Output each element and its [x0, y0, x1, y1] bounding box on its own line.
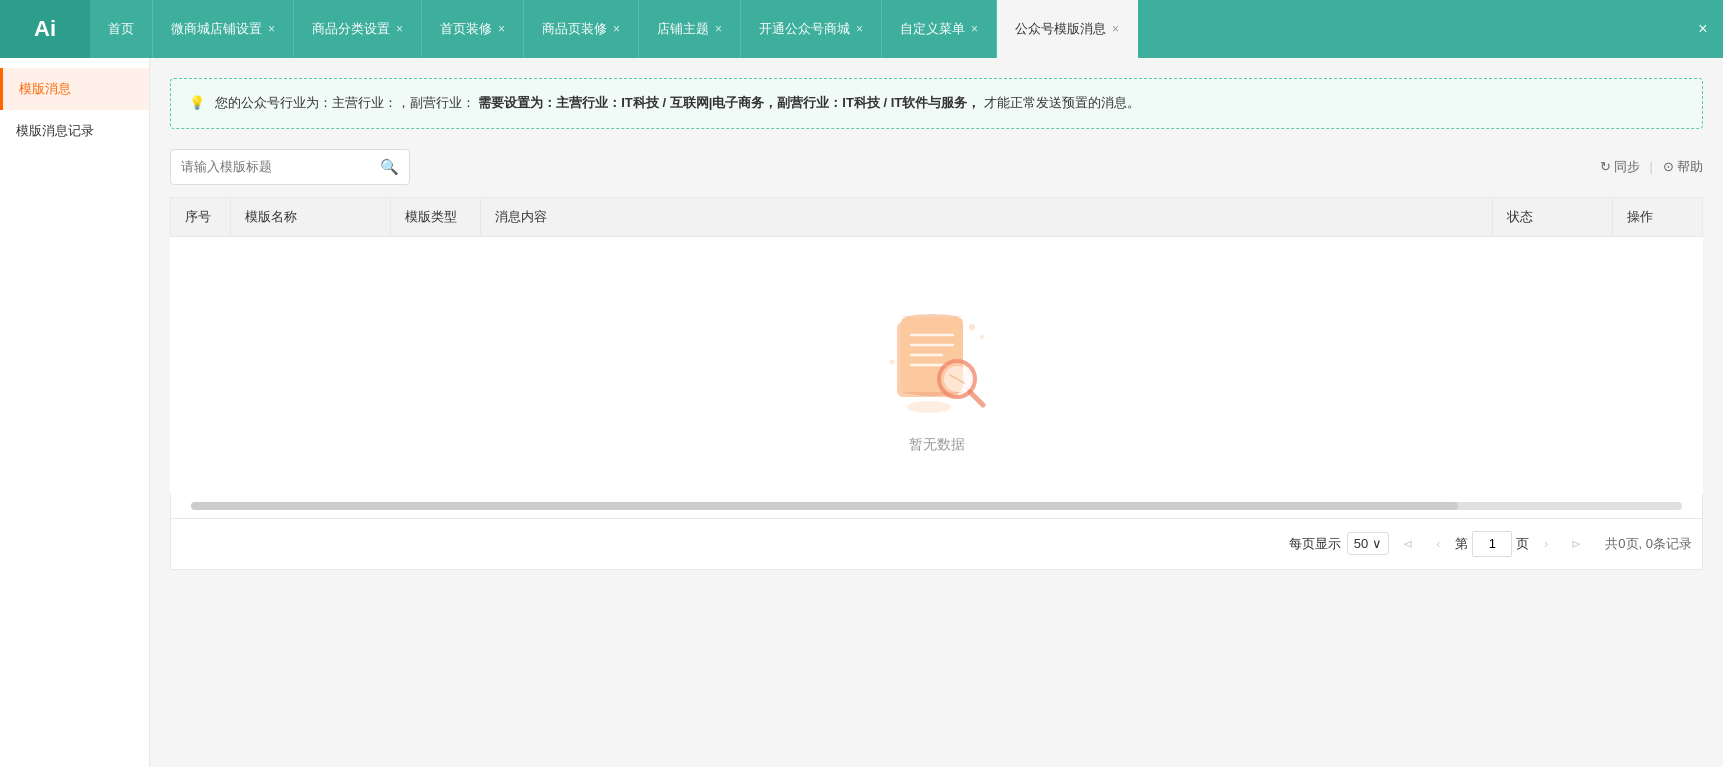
nav-tab-home[interactable]: 首页 [90, 0, 153, 58]
col-header-action: 操作 [1613, 197, 1703, 236]
col-header-type: 模版类型 [391, 197, 481, 236]
search-area: 🔍 [170, 149, 410, 185]
sync-button[interactable]: ↻ 同步 [1600, 158, 1640, 176]
app-logo: Ai [0, 0, 90, 58]
top-navigation: Ai 首页微商城店铺设置×商品分类设置×首页装修×商品页装修×店铺主题×开通公众… [0, 0, 1723, 58]
nav-tab-category-settings[interactable]: 商品分类设置× [294, 0, 422, 58]
close-tab-shop-settings[interactable]: × [268, 23, 275, 35]
page-navigation: ⊲ ‹ 第 页 › ⊳ [1395, 531, 1589, 557]
search-icon: 🔍 [380, 158, 399, 176]
table-header: 序号模版名称模版类型消息内容状态操作 [171, 197, 1703, 236]
col-header-name: 模版名称 [231, 197, 391, 236]
close-tab-custom-menu[interactable]: × [971, 23, 978, 35]
close-tab-category-settings[interactable]: × [396, 23, 403, 35]
close-tab-template-message[interactable]: × [1112, 23, 1119, 35]
notice-icon: 💡 [189, 95, 205, 110]
main-layout: 模版消息模版消息记录 💡 您的公众号行业为：主营行业：，副营行业： 需要设置为：… [0, 58, 1723, 767]
toolbar-divider: | [1650, 159, 1653, 174]
nav-tab-custom-menu[interactable]: 自定义菜单× [882, 0, 997, 58]
data-table: 序号模版名称模版类型消息内容状态操作 [170, 197, 1703, 494]
notice-text-before: 您的公众号行业为：主营行业：，副营行业： [215, 95, 475, 110]
toolbar: 🔍 ↻ 同步 | ⊙ 帮助 [170, 149, 1703, 185]
help-icon: ⊙ [1663, 159, 1674, 174]
svg-point-13 [980, 335, 984, 339]
toolbar-right: ↻ 同步 | ⊙ 帮助 [1600, 158, 1703, 176]
last-page-button[interactable]: ⊳ [1563, 531, 1589, 557]
svg-line-10 [970, 392, 983, 405]
scrollbar-thumb [191, 502, 1458, 510]
col-header-index: 序号 [171, 197, 231, 236]
sidebar-item-template-msg-log[interactable]: 模版消息记录 [0, 110, 149, 152]
nav-tab-open-wechat-mall[interactable]: 开通公众号商城× [741, 0, 882, 58]
svg-point-0 [907, 401, 951, 413]
next-page-button[interactable]: › [1533, 531, 1559, 557]
sync-icon: ↻ [1600, 159, 1611, 174]
table-header-row: 序号模版名称模版类型消息内容状态操作 [171, 197, 1703, 236]
col-header-status: 状态 [1493, 197, 1613, 236]
page-suffix: 页 [1516, 535, 1529, 553]
page-summary: 共0页, 0条记录 [1605, 535, 1692, 553]
empty-row: 暂无数据 [171, 236, 1703, 494]
prev-page-button[interactable]: ‹ [1425, 531, 1451, 557]
notice-text-after: 才能正常发送预置的消息。 [984, 95, 1140, 110]
svg-point-14 [889, 359, 894, 364]
sidebar: 模版消息模版消息记录 [0, 58, 150, 767]
svg-point-12 [969, 324, 975, 330]
close-tab-store-theme[interactable]: × [715, 23, 722, 35]
close-tab-product-decoration[interactable]: × [613, 23, 620, 35]
nav-tab-home-decoration[interactable]: 首页装修× [422, 0, 524, 58]
pagination: 每页显示 50 ∨ ⊲ ‹ 第 页 › ⊳ 共0页, 0条记录 [170, 519, 1703, 570]
page-size-selector: 每页显示 50 ∨ [1289, 532, 1389, 555]
search-button[interactable]: 🔍 [371, 150, 407, 184]
empty-illustration [877, 297, 997, 417]
horizontal-scrollbar[interactable] [170, 494, 1703, 519]
help-button[interactable]: ⊙ 帮助 [1663, 158, 1703, 176]
nav-tabs-container: 首页微商城店铺设置×商品分类设置×首页装修×商品页装修×店铺主题×开通公众号商城… [90, 0, 1683, 58]
page-size-value: 50 [1354, 536, 1368, 551]
empty-icon-wrapper [171, 297, 1703, 420]
notice-box: 💡 您的公众号行业为：主营行业：，副营行业： 需要设置为：主营行业：IT科技 /… [170, 78, 1703, 129]
page-size-label: 每页显示 [1289, 535, 1341, 553]
page-number-input[interactable] [1472, 531, 1512, 557]
table-body: 暂无数据 [171, 236, 1703, 494]
scrollbar-track [191, 502, 1682, 510]
page-prefix: 第 [1455, 535, 1468, 553]
empty-state: 暂无数据 [171, 237, 1703, 494]
search-input[interactable] [171, 152, 371, 181]
close-all-tabs-button[interactable]: × [1683, 0, 1723, 58]
content-area: 💡 您的公众号行业为：主营行业：，副营行业： 需要设置为：主营行业：IT科技 /… [150, 58, 1723, 767]
nav-tab-template-message[interactable]: 公众号模版消息× [997, 0, 1138, 58]
chevron-down-icon: ∨ [1372, 536, 1382, 551]
first-page-button[interactable]: ⊲ [1395, 531, 1421, 557]
page-size-select-box[interactable]: 50 ∨ [1347, 532, 1389, 555]
empty-text: 暂无数据 [171, 436, 1703, 454]
nav-tab-store-theme[interactable]: 店铺主题× [639, 0, 741, 58]
notice-highlight: 需要设置为：主营行业：IT科技 / 互联网|电子商务，副营行业：IT科技 / I… [478, 95, 980, 110]
close-tab-home-decoration[interactable]: × [498, 23, 505, 35]
nav-tab-product-decoration[interactable]: 商品页装修× [524, 0, 639, 58]
close-tab-open-wechat-mall[interactable]: × [856, 23, 863, 35]
sidebar-item-template-msg[interactable]: 模版消息 [0, 68, 149, 110]
nav-tab-shop-settings[interactable]: 微商城店铺设置× [153, 0, 294, 58]
col-header-content: 消息内容 [481, 197, 1493, 236]
